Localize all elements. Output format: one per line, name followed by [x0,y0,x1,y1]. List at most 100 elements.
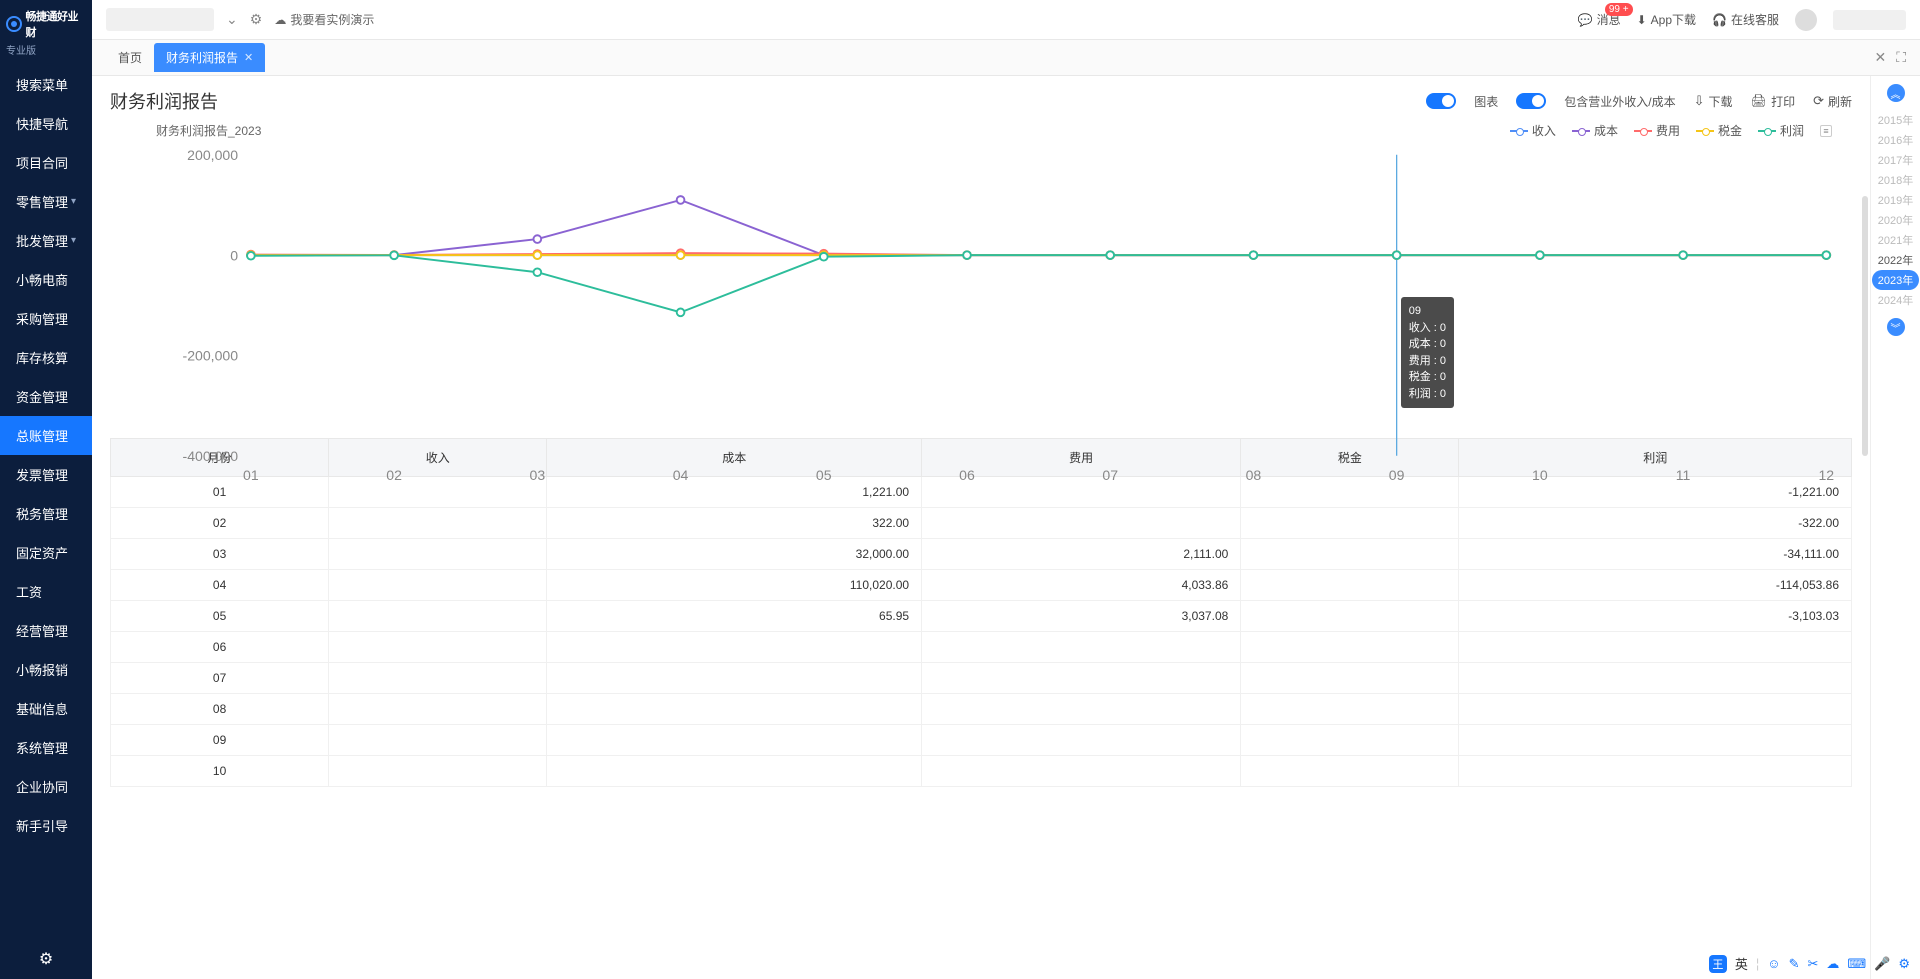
table-row: 0565.953,037.08-3,103.03 [111,601,1852,632]
year-item[interactable]: 2017年 [1872,150,1919,170]
sidebar-item[interactable]: 快捷导航 [0,104,92,143]
year-item[interactable]: 2020年 [1872,210,1919,230]
download-icon: ⇩ [1694,93,1705,109]
year-item[interactable]: 2019年 [1872,190,1919,210]
sidebar-item[interactable]: 小畅报销 [0,650,92,689]
sidebar: 畅捷通好业财 专业版 搜索菜单快捷导航项目合同零售管理▾批发管理▾小畅电商采购管… [0,0,92,979]
legend-item[interactable]: 利润 [1758,122,1804,139]
year-up-button[interactable]: ︽ [1887,84,1905,102]
svg-text:09: 09 [1389,467,1405,483]
download-icon: ⬇ [1637,13,1647,27]
legend-item[interactable]: 费用 [1634,122,1680,139]
sidebar-item[interactable]: 系统管理 [0,728,92,767]
tab-home[interactable]: 首页 [106,43,154,72]
sidebar-item[interactable]: 固定资产 [0,533,92,572]
sidebar-item[interactable]: 发票管理 [0,455,92,494]
legend-item[interactable]: 收入 [1510,122,1556,139]
table-cell: -322.00 [1459,508,1852,539]
sidebar-item-label: 资金管理 [16,387,68,406]
close-all-icon[interactable]: ✕ [1874,49,1886,66]
print-button[interactable]: 🖨 打印 [1751,93,1796,110]
year-item[interactable]: 2024年 [1872,290,1919,310]
year-item[interactable]: 2021年 [1872,230,1919,250]
demo-link[interactable]: ☁ 我要看实例演示 [274,11,374,28]
sidebar-item[interactable]: 批发管理▾ [0,221,92,260]
table-row: 10 [111,756,1852,787]
settings-icon[interactable]: ⚙ [39,951,53,968]
sidebar-item[interactable]: 基础信息 [0,689,92,728]
chevron-down-icon: ▾ [71,196,76,207]
sidebar-item[interactable]: 项目合同 [0,143,92,182]
gear-icon[interactable]: ⚙ [250,11,263,28]
sidebar-item[interactable]: 新手引导 [0,806,92,845]
messages-button[interactable]: 💬 消息 99 + [1578,11,1621,28]
legend-label: 费用 [1656,122,1680,139]
chevron-down-icon[interactable]: ⌄ [226,11,238,28]
fullscreen-icon[interactable]: ⛶ [1896,49,1906,66]
ime-cloud-icon[interactable]: ☁ [1826,956,1839,972]
refresh-button[interactable]: ⟳ 刷新 [1813,93,1852,110]
ime-badge[interactable]: 王 [1709,955,1727,973]
tab-profit-report[interactable]: 财务利润报告 ✕ [154,43,265,72]
sidebar-item[interactable]: 总账管理 [0,416,92,455]
legend-mark-icon [1758,127,1776,135]
sidebar-item-label: 工资 [16,582,42,601]
sidebar-item[interactable]: 工资 [0,572,92,611]
year-rail: ︽ 2015年2016年2017年2018年2019年2020年2021年202… [1870,76,1920,979]
year-item[interactable]: 2018年 [1872,170,1919,190]
sidebar-item[interactable]: 库存核算 [0,338,92,377]
year-item[interactable]: 2015年 [1872,110,1919,130]
chart-svg[interactable]: 200,0000-200,000-400,0000102030405060708… [110,142,1852,488]
sidebar-item[interactable]: 小畅电商 [0,260,92,299]
legend-item[interactable]: 税金 [1696,122,1742,139]
sidebar-item[interactable]: 经营管理 [0,611,92,650]
download-button[interactable]: ⇩ 下载 [1694,93,1733,110]
ime-mic-icon[interactable]: 🎤 [1874,956,1890,972]
ime-scissors-icon[interactable]: ✂ [1807,956,1818,972]
legend-toggle-icon[interactable]: ≡ [1820,125,1832,137]
scrollbar[interactable] [1862,196,1868,456]
org-name-placeholder[interactable] [106,8,214,31]
table-cell [1241,508,1459,539]
table-cell: -114,053.86 [1459,570,1852,601]
sidebar-item-label: 总账管理 [16,426,68,445]
table-cell [1241,539,1459,570]
table-cell: 110,020.00 [547,570,922,601]
close-icon[interactable]: ✕ [244,51,253,64]
sidebar-item-label: 小畅报销 [16,660,68,679]
sidebar-item[interactable]: 搜索菜单 [0,65,92,104]
table-cell [922,663,1241,694]
sidebar-item[interactable]: 税务管理 [0,494,92,533]
brand-name: 畅捷通好业财 [26,8,86,40]
messages-badge: 99 + [1605,3,1633,16]
toggle-chart[interactable] [1426,93,1456,109]
year-item[interactable]: 2022年 [1872,250,1919,270]
ime-smile-icon[interactable]: ☺ [1767,956,1780,971]
table-cell [329,694,547,725]
chart-tooltip: 09收入 : 0成本 : 0费用 : 0税金 : 0利润 : 0 [1401,297,1454,408]
legend-item[interactable]: 成本 [1572,122,1618,139]
sidebar-item[interactable]: 企业协同 [0,767,92,806]
year-down-button[interactable]: ︾ [1887,318,1905,336]
chart-legend: 收入成本 费用税金利润 ≡ [1510,122,1832,139]
year-item[interactable]: 2016年 [1872,130,1919,150]
year-item[interactable]: 2023年 [1872,270,1919,290]
ime-edit-icon[interactable]: ✎ [1789,956,1800,972]
ime-keyboard-icon[interactable]: ⌨ [1847,956,1866,972]
svg-text:12: 12 [1818,467,1834,483]
app-download-button[interactable]: ⬇ App下载 [1637,11,1696,28]
sidebar-item[interactable]: 采购管理 [0,299,92,338]
avatar[interactable] [1795,9,1817,31]
table-row: 09 [111,725,1852,756]
online-service-button[interactable]: 🎧 在线客服 [1712,11,1779,28]
sidebar-item[interactable]: 零售管理▾ [0,182,92,221]
ime-settings-icon[interactable]: ⚙ [1898,956,1910,972]
table-cell [922,756,1241,787]
sidebar-item[interactable]: 资金管理 [0,377,92,416]
toggle-extra-income[interactable] [1516,93,1546,109]
table-row: 0332,000.002,111.00-34,111.00 [111,539,1852,570]
table-row: 08 [111,694,1852,725]
ime-lang[interactable]: 英 [1735,954,1748,973]
table-cell [1241,756,1459,787]
user-name-placeholder[interactable] [1833,10,1906,30]
